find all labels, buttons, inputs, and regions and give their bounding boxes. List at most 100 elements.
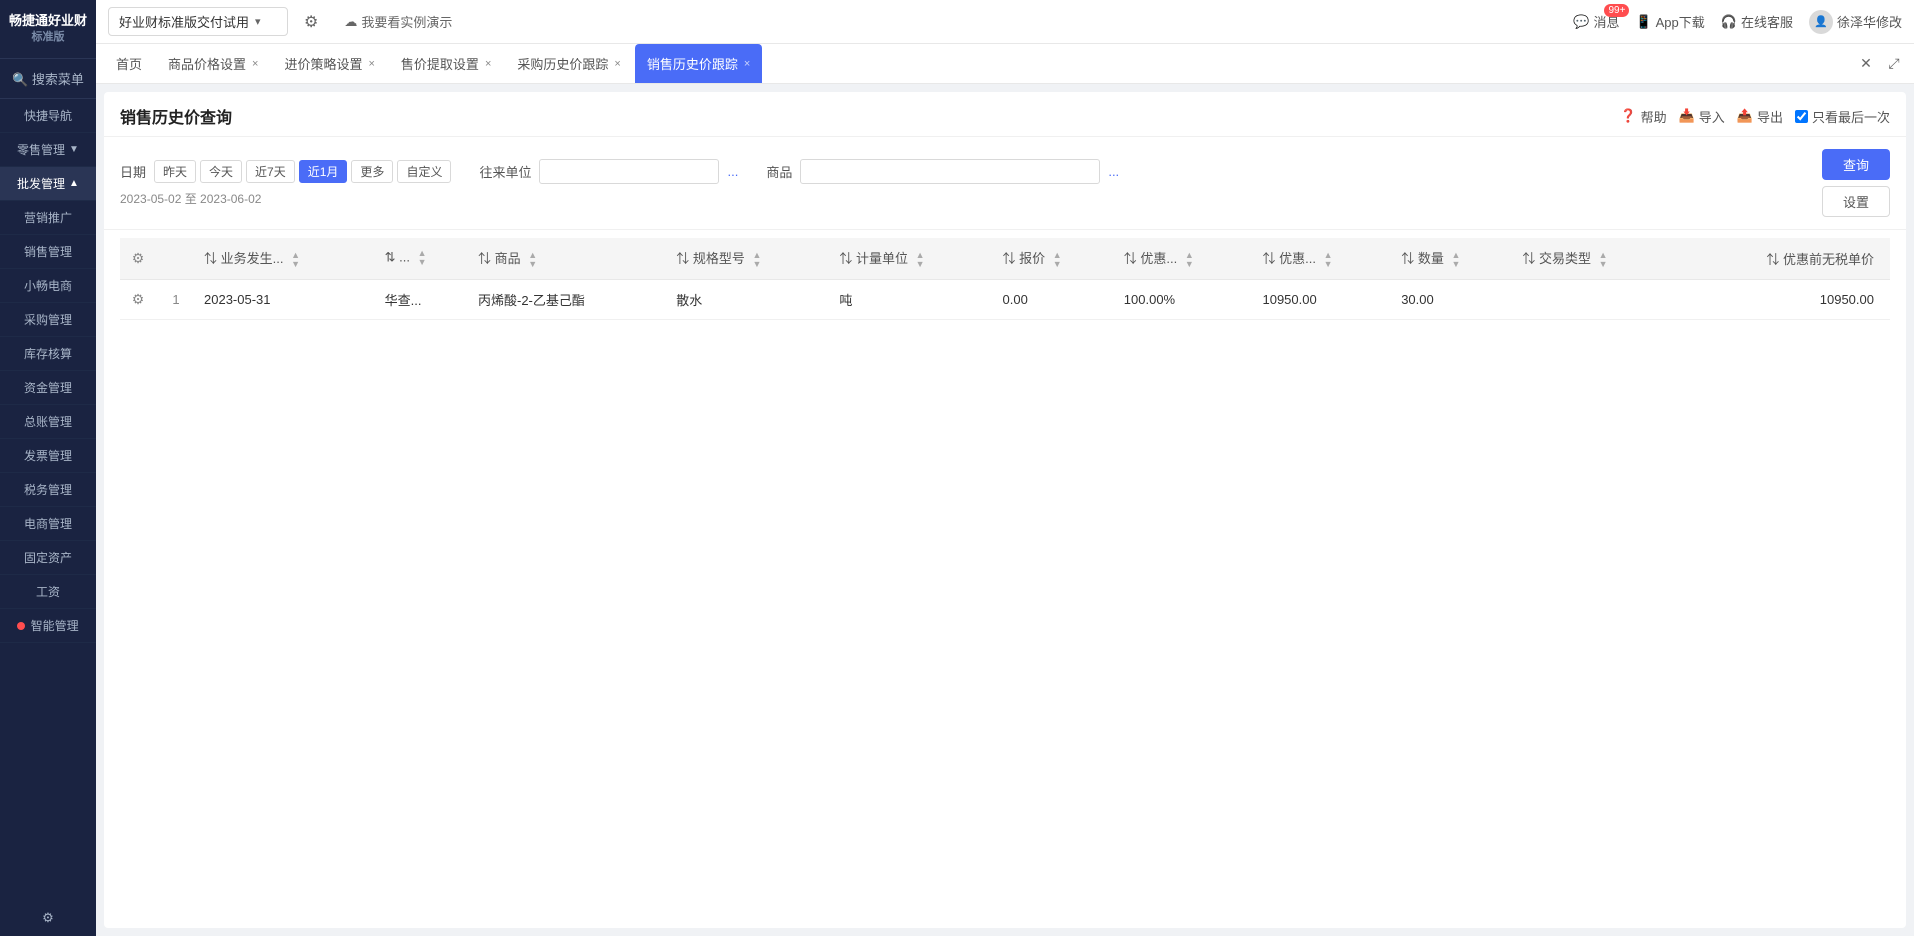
tab-price-extract[interactable]: 售价提取设置 × [389, 44, 503, 83]
sort-arrows-icon: ▲▼ [916, 251, 925, 269]
tab-purchase-strategy[interactable]: 进价策略设置 × [272, 44, 386, 83]
th-gear: ⚙ [120, 238, 156, 279]
sidebar-item-tax[interactable]: 税务管理 [0, 473, 96, 507]
last-only-checkbox[interactable] [1795, 110, 1808, 123]
th-unit[interactable]: ⇅ 计量单位 ▲▼ [831, 238, 994, 279]
close-icon[interactable]: × [485, 58, 491, 70]
sidebar-item-finance[interactable]: 资金管理 [0, 371, 96, 405]
tab-label: 采购历史价跟踪 [517, 54, 608, 73]
filter-row-date: 日期 昨天 今天 近7天 近1月 更多 自定义 往来单位 ... 商品 ... [120, 159, 1119, 184]
sidebar-item-purchase[interactable]: 采购管理 [0, 303, 96, 337]
table-row: ⚙ 1 2023-05-31 华查... 丙烯酸-2-乙基己酯 散水 吨 0.0… [120, 279, 1890, 319]
sidebar-item-label: 税务管理 [24, 483, 72, 497]
app-download-btn[interactable]: 📱 App下载 [1635, 12, 1704, 31]
sort-icon: ⇅ [385, 250, 396, 265]
window-controls: ✕ ⤢ [1854, 52, 1914, 76]
th-spec[interactable]: ⇅ 规格型号 ▲▼ [668, 238, 831, 279]
date-btn-today[interactable]: 今天 [200, 160, 242, 183]
headset-icon: 🎧 [1721, 14, 1737, 30]
th-pretax-price[interactable]: ⇅ 优惠前无税单价 [1678, 238, 1890, 279]
row-unit: 吨 [831, 279, 994, 319]
expand-icon: ▲ [69, 178, 79, 189]
sidebar-item-ecommerce[interactable]: 电商管理 [0, 507, 96, 541]
close-icon[interactable]: × [368, 58, 374, 70]
tab-price[interactable]: 商品价格设置 × [156, 44, 270, 83]
date-range-text: 2023-05-02 至 2023-06-02 [120, 190, 1119, 207]
import-btn[interactable]: 📥 导入 [1679, 107, 1725, 126]
supplier-more-btn[interactable]: ... [727, 164, 738, 179]
date-btn-more[interactable]: 更多 [351, 160, 393, 183]
sort-icon: ⇅ [478, 251, 491, 266]
sidebar-item-sales[interactable]: 销售管理 [0, 235, 96, 269]
close-window-btn[interactable]: ✕ [1854, 52, 1878, 76]
sidebar-settings-btn[interactable]: ⚙ [0, 900, 96, 936]
date-btn-group: 昨天 今天 近7天 近1月 更多 自定义 [154, 160, 451, 183]
app-selector[interactable]: 好业财标准版交付试用 ▾ [108, 7, 288, 36]
sidebar-item-inventory[interactable]: 库存核算 [0, 337, 96, 371]
date-btn-yesterday[interactable]: 昨天 [154, 160, 196, 183]
sidebar-item-label: 固定资产 [24, 551, 72, 565]
settings-btn[interactable]: 设置 [1822, 186, 1890, 217]
sidebar-item-marketing[interactable]: 营销推广 [0, 201, 96, 235]
message-btn[interactable]: 💬 消息 99+ [1573, 12, 1619, 31]
th-price[interactable]: ⇅ 报价 ▲▼ [995, 238, 1116, 279]
date-btn-last7[interactable]: 近7天 [246, 160, 295, 183]
th-discount2[interactable]: ⇅ 优惠... ▲▼ [1254, 238, 1393, 279]
th-quantity[interactable]: ⇅ 数量 ▲▼ [1393, 238, 1514, 279]
supplier-filter-label: 往来单位 [479, 162, 531, 181]
tab-home[interactable]: 首页 [104, 44, 154, 83]
sidebar-item-ecommerce-small[interactable]: 小畅电商 [0, 269, 96, 303]
supplier-input[interactable] [539, 159, 719, 184]
tab-purchase-history[interactable]: 采购历史价跟踪 × [505, 44, 632, 83]
tab-bar: 首页 商品价格设置 × 进价策略设置 × 售价提取设置 × 采购历史价跟踪 × … [96, 44, 1914, 84]
th-product[interactable]: ⇅ 商品 ▲▼ [470, 238, 668, 279]
close-icon[interactable]: × [744, 58, 750, 70]
row-gear-icon[interactable]: ⚙ [132, 291, 145, 307]
sort-icon: ⇅ [676, 251, 689, 266]
table-area: ⚙ ⇅ 业务发生... ▲▼ ⇅ ... ▲▼ [104, 230, 1906, 928]
date-filter-label: 日期 [120, 162, 146, 181]
date-btn-custom[interactable]: 自定义 [397, 160, 451, 183]
sidebar-item-accounting[interactable]: 总账管理 [0, 405, 96, 439]
row-index: 1 [156, 279, 196, 319]
sort-icon: ⇅ [1766, 252, 1779, 267]
row-more: 华查... [377, 279, 470, 319]
help-icon: ❓ [1620, 108, 1636, 124]
th-biz-date[interactable]: ⇅ 业务发生... ▲▼ [196, 238, 377, 279]
user-menu-btn[interactable]: 👤 徐泽华修改 [1809, 10, 1902, 34]
sidebar-item-label: 资金管理 [24, 381, 72, 395]
th-more[interactable]: ⇅ ... ▲▼ [377, 238, 470, 279]
tab-label: 进价策略设置 [284, 54, 362, 73]
th-discount1[interactable]: ⇅ 优惠... ▲▼ [1116, 238, 1255, 279]
sidebar-item-invoice[interactable]: 发票管理 [0, 439, 96, 473]
sidebar-item-retail[interactable]: 零售管理 ▼ [0, 133, 96, 167]
app-settings-btn[interactable]: ⚙ [296, 8, 326, 36]
online-service-btn[interactable]: 🎧 在线客服 [1721, 12, 1793, 31]
date-btn-last1month[interactable]: 近1月 [299, 160, 348, 183]
product-more-btn[interactable]: ... [1108, 164, 1119, 179]
demo-btn[interactable]: ☁ 我要看实例演示 [334, 8, 462, 35]
filter-actions: 查询 设置 [1822, 149, 1890, 217]
sort-icon: ⇅ [1401, 251, 1414, 266]
export-btn[interactable]: 📤 导出 [1737, 107, 1783, 126]
sidebar-item-quick-nav[interactable]: 快捷导航 [0, 99, 96, 133]
sidebar-item-smart[interactable]: 智能管理 [0, 609, 96, 643]
maximize-window-btn[interactable]: ⤢ [1882, 52, 1906, 76]
table-settings-icon[interactable]: ⚙ [132, 250, 145, 266]
expand-icon: ▼ [69, 144, 79, 155]
sidebar-item-label: 发票管理 [24, 449, 72, 463]
sidebar-item-wholesale[interactable]: 批发管理 ▲ [0, 167, 96, 201]
sidebar-item-label: 电商管理 [24, 517, 72, 531]
close-icon[interactable]: × [614, 58, 620, 70]
query-btn[interactable]: 查询 [1822, 149, 1890, 180]
close-icon[interactable]: × [252, 58, 258, 70]
help-btn[interactable]: ❓ 帮助 [1620, 107, 1666, 126]
sidebar-item-assets[interactable]: 固定资产 [0, 541, 96, 575]
row-biz-date: 2023-05-31 [196, 279, 377, 319]
last-only-checkbox-label[interactable]: 只看最后一次 [1795, 107, 1890, 126]
product-input[interactable] [800, 159, 1100, 184]
sidebar-search[interactable]: 🔍 搜索菜单 [0, 59, 96, 99]
tab-sales-history[interactable]: 销售历史价跟踪 × [635, 44, 762, 83]
th-trans-type[interactable]: ⇅ 交易类型 ▲▼ [1514, 238, 1677, 279]
sidebar-item-payroll[interactable]: 工资 [0, 575, 96, 609]
